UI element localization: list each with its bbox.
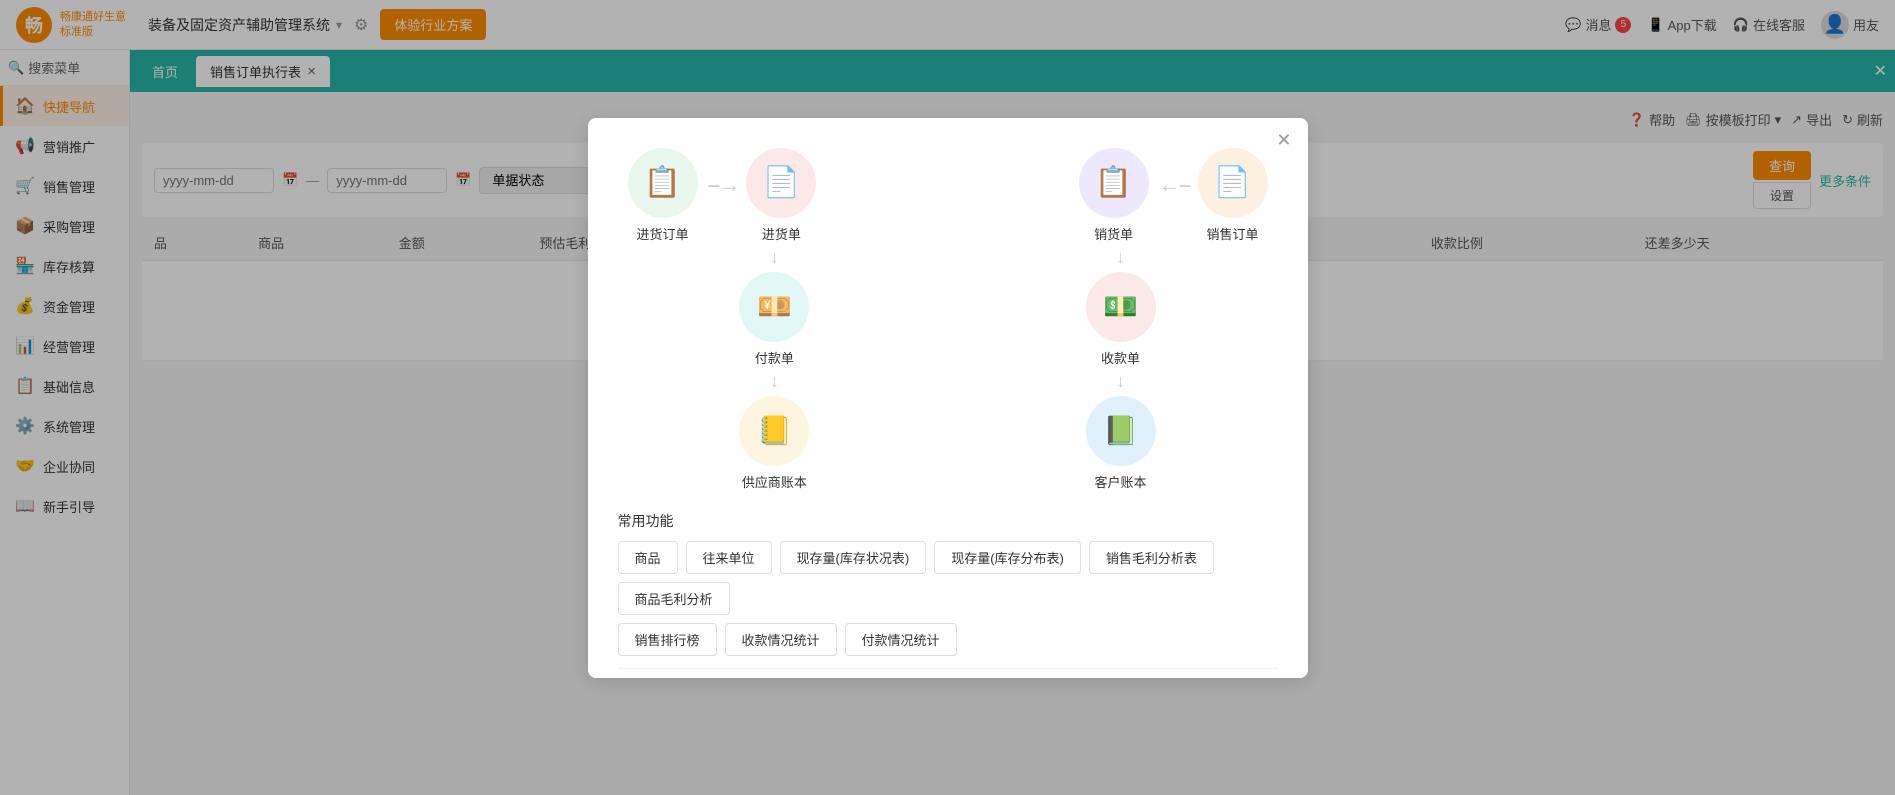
scrollbar-right-arrow[interactable]: ▶: [1268, 675, 1277, 678]
func-btn-sales-margin[interactable]: 销售毛利分析表: [1089, 541, 1214, 574]
arrow-right-1: - - →: [708, 172, 737, 198]
flow-payment[interactable]: 💴 付款单: [739, 272, 809, 367]
popup: ✕ 📋 进货订单 - - → 📄 进货单: [588, 118, 1308, 678]
flow-purchase-bill[interactable]: 📄 进货单: [746, 148, 816, 243]
payment-icon: 💴: [739, 272, 809, 342]
arrow-down-2: ↓: [770, 371, 779, 392]
flow-sales-order[interactable]: 📄 销售订单: [1198, 148, 1268, 243]
arrow-down-3: ↓: [1116, 247, 1125, 268]
flow-supplier-book[interactable]: 📒 供应商账本: [739, 396, 809, 491]
flow-receipt[interactable]: 💵 收款单: [1086, 272, 1156, 367]
func-btn-sales-rank[interactable]: 销售排行榜: [618, 623, 717, 656]
supplier-book-label: 供应商账本: [742, 472, 807, 491]
purchase-order-label: 进货订单: [636, 224, 688, 243]
function-buttons-row2: 销售排行榜 收款情况统计 付款情况统计: [618, 623, 1278, 656]
func-btn-stock-status[interactable]: 现存量(库存状况表): [780, 541, 927, 574]
function-buttons-row: 商品 往来单位 现存量(库存状况表) 现存量(库存分布表) 销售毛利分析表 商品…: [618, 541, 1278, 615]
customer-book-icon: 📗: [1086, 396, 1156, 466]
flow-customer-book[interactable]: 📗 客户账本: [1086, 396, 1156, 491]
sales-order-icon: 📄: [1198, 148, 1268, 218]
popup-scrollbar: ◀ ▶: [618, 668, 1278, 678]
func-btn-goods[interactable]: 商品: [618, 541, 678, 574]
func-btn-stock-dist[interactable]: 现存量(库存分布表): [934, 541, 1081, 574]
func-btn-partner[interactable]: 往来单位: [686, 541, 772, 574]
purchase-bill-icon: 📄: [746, 148, 816, 218]
sales-order-label: 销售订单: [1206, 224, 1258, 243]
func-btn-payment-stat[interactable]: 付款情况统计: [845, 623, 957, 656]
overlay[interactable]: ✕ 📋 进货订单 - - → 📄 进货单: [0, 0, 1895, 795]
common-functions-title: 常用功能: [618, 511, 1278, 531]
func-btn-goods-margin[interactable]: 商品毛利分析: [618, 582, 730, 615]
customer-book-label: 客户账本: [1095, 472, 1147, 491]
arrow-down-1: ↓: [770, 247, 779, 268]
popup-close-button[interactable]: ✕: [1276, 130, 1291, 151]
sales-bill-label: 销货单: [1094, 224, 1133, 243]
receipt-label: 收款单: [1101, 348, 1140, 367]
purchase-order-icon: 📋: [628, 148, 698, 218]
supplier-book-icon: 📒: [739, 396, 809, 466]
arrow-left-1: ← - -: [1159, 172, 1188, 198]
arrow-down-4: ↓: [1116, 371, 1125, 392]
purchase-bill-label: 进货单: [762, 224, 801, 243]
payment-label: 付款单: [755, 348, 794, 367]
sales-bill-icon: 📋: [1079, 148, 1149, 218]
scrollbar-left-arrow[interactable]: ◀: [618, 675, 627, 678]
common-functions: 常用功能 商品 往来单位 现存量(库存状况表) 现存量(库存分布表) 销售毛利分…: [618, 511, 1278, 656]
func-btn-receipt-stat[interactable]: 收款情况统计: [725, 623, 837, 656]
flow-purchase-order[interactable]: 📋 进货订单: [628, 148, 698, 243]
flow-sales-bill[interactable]: 📋 销货单: [1079, 148, 1149, 243]
receipt-icon: 💵: [1086, 272, 1156, 342]
